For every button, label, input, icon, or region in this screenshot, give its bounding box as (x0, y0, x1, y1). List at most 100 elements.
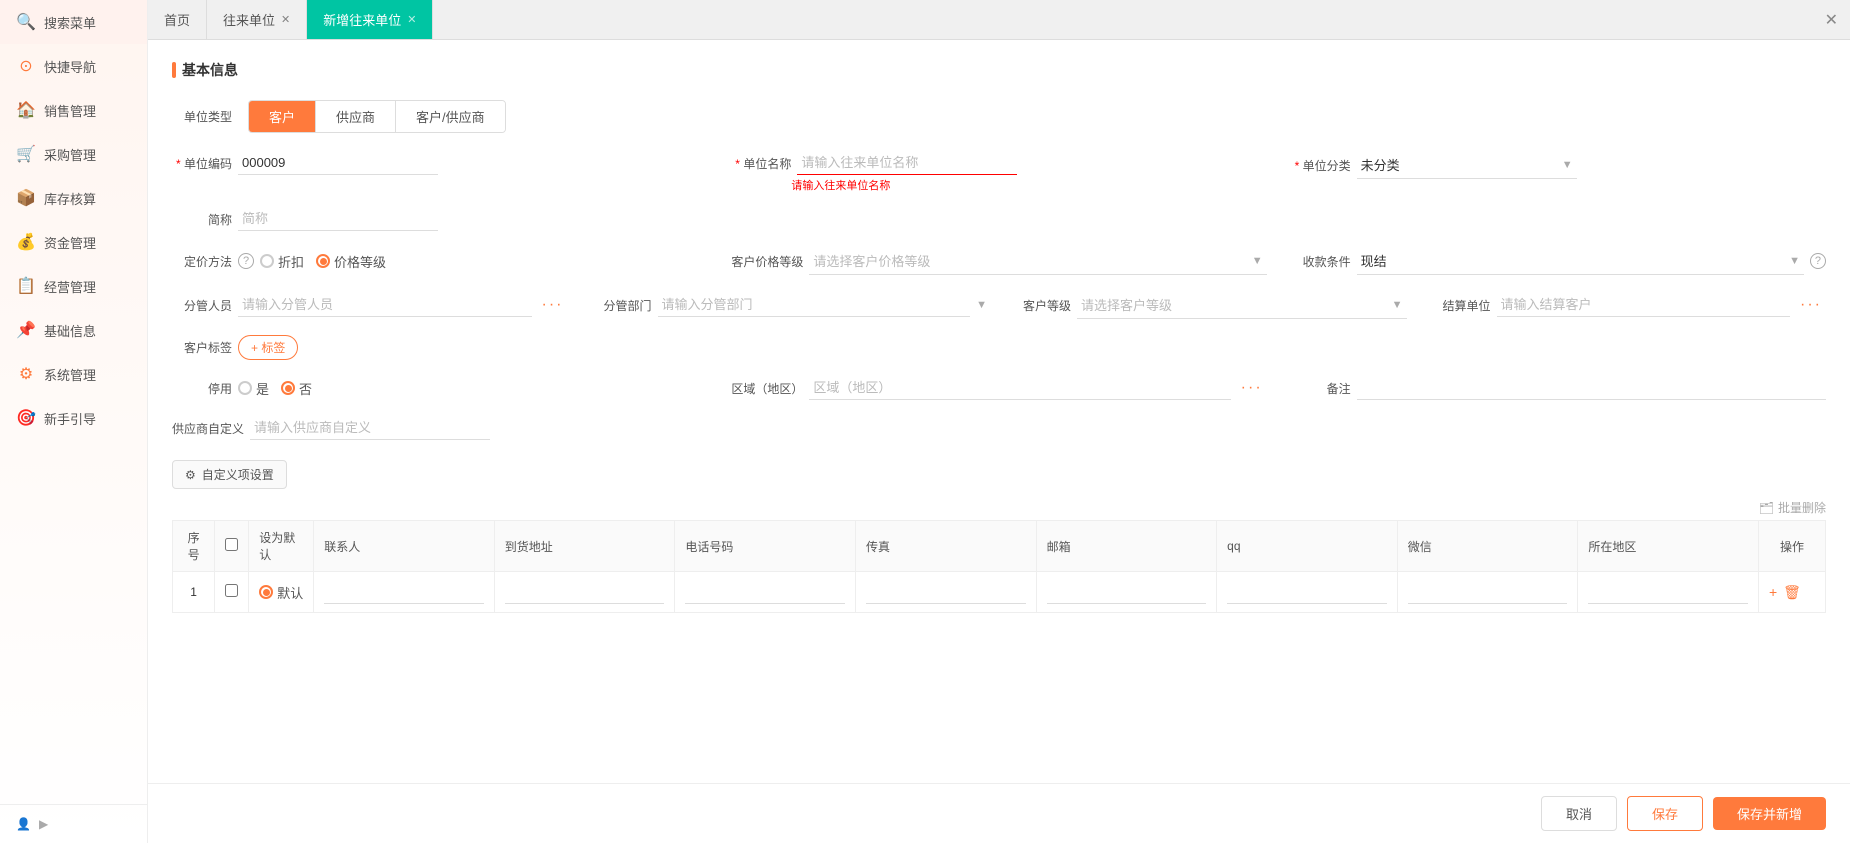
unit-type-supplier[interactable]: 供应商 (316, 101, 396, 132)
th-default: 设为默认 (249, 521, 314, 572)
row-abbr: 简称 (172, 207, 1826, 231)
batch-delete-label[interactable]: 批量删除 (1778, 499, 1826, 516)
sidebar-item-system[interactable]: ⚙ 系统管理 (0, 352, 147, 396)
row-qq-input[interactable] (1227, 580, 1387, 604)
sidebar-expand-icon: ▶ (39, 817, 48, 831)
row-add-btn[interactable]: + (1769, 584, 1777, 600)
tab-partner[interactable]: 往来单位 ✕ (207, 0, 307, 39)
payment-terms-help-icon[interactable]: ? (1810, 253, 1826, 269)
table-select-all[interactable] (225, 538, 238, 551)
row-default-circle (259, 585, 273, 599)
payment-terms-select[interactable]: 现结 ▼ (1357, 247, 1804, 275)
settlement-unit-field: 结算单位 ··· (1431, 293, 1827, 317)
row-wechat-input[interactable] (1408, 580, 1568, 604)
dept-chevron: ▼ (976, 299, 987, 311)
abbr-field: 简称 (172, 207, 1826, 231)
payment-terms-label: 收款条件 (1291, 253, 1351, 270)
table-row: 1 默认 (173, 572, 1826, 613)
footer-bar: 取消 保存 保存并新增 (148, 783, 1850, 843)
row-checkbox[interactable] (225, 584, 238, 597)
disabled-yes[interactable]: 是 (238, 379, 269, 398)
row-region-input[interactable] (1588, 580, 1748, 604)
row-pricing: 定价方法 ? 折扣 价格等级 客户价格等级 请选择客户价格等级 (172, 247, 1826, 275)
sidebar-item-finance[interactable]: 💰 资金管理 (0, 220, 147, 264)
settlement-unit-ellipsis[interactable]: ··· (1796, 296, 1826, 314)
unit-category-select[interactable]: 未分类 ▼ (1357, 151, 1577, 179)
tab-partner-close[interactable]: ✕ (281, 13, 290, 26)
row-delete-btn[interactable]: 🗑 (1783, 584, 1801, 601)
disabled-label: 停用 (172, 380, 232, 397)
customer-tag-label: 客户标签 (172, 339, 232, 356)
sidebar-bottom: 👤 ▶ (0, 804, 147, 843)
remark-input[interactable] (1357, 376, 1826, 400)
th-seq: 序号 (173, 521, 215, 572)
unit-type-both[interactable]: 客户/供应商 (396, 101, 505, 132)
cell-contact (314, 572, 495, 613)
cell-fax (855, 572, 1036, 613)
customer-level-select[interactable]: 请选择客户等级 ▼ (1077, 291, 1407, 319)
sidebar-item-quick-nav[interactable]: ⊙ 快捷导航 (0, 44, 147, 88)
pricing-method-help-icon[interactable]: ? (238, 253, 254, 269)
manager-label: 分管人员 (172, 297, 232, 314)
section-icon-bar (172, 62, 176, 78)
abbr-input[interactable] (238, 207, 438, 231)
cell-address (494, 572, 675, 613)
sidebar-item-sales[interactable]: 🏠 销售管理 (0, 88, 147, 132)
th-region: 所在地区 (1578, 521, 1759, 572)
manager-input[interactable] (238, 293, 532, 317)
cell-wechat (1397, 572, 1578, 613)
sidebar-item-search[interactable]: 🔍 搜索菜单 (0, 0, 147, 44)
radio-disabled-yes-circle (238, 381, 252, 395)
sidebar-item-purchase[interactable]: 🛒 采购管理 (0, 132, 147, 176)
cell-action: + 🗑 (1758, 572, 1825, 613)
section-title: 基本信息 (172, 60, 1826, 80)
tab-home[interactable]: 首页 (148, 0, 207, 39)
sidebar-item-guide[interactable]: 🎯 新手引导 (0, 396, 147, 440)
tabs-close-all[interactable]: ✕ (1813, 10, 1850, 30)
unit-category-field: 单位分类 未分类 ▼ (1291, 151, 1826, 179)
unit-name-container: 单位名称 请输入往来单位名称 (731, 151, 1266, 193)
unit-category-chevron: ▼ (1562, 159, 1573, 171)
tab-new-partner-close[interactable]: ✕ (407, 13, 416, 26)
dept-field: 分管部门 ▼ (592, 293, 988, 317)
unit-name-row: 单位名称 (731, 151, 1266, 175)
form-content: 基本信息 单位类型 客户 供应商 客户/供应商 单位编码 单位名称 (148, 40, 1850, 783)
sidebar-item-basic-info[interactable]: 📌 基础信息 (0, 308, 147, 352)
custom-settings-button[interactable]: ⚙ 自定义项设置 (172, 460, 287, 489)
save-new-button[interactable]: 保存并新增 (1713, 797, 1826, 830)
remark-label: 备注 (1291, 380, 1351, 397)
row-address-input[interactable] (505, 580, 665, 604)
unit-code-input[interactable] (238, 151, 438, 175)
table-header-row: 序号 设为默认 联系人 到货地址 电话号码 传真 邮箱 qq 微信 所在地区 操… (173, 521, 1826, 572)
sidebar-item-inventory[interactable]: 📦 库存核算 (0, 176, 147, 220)
search-icon: 🔍 (16, 12, 36, 32)
radio-disabled-no-circle (281, 381, 295, 395)
row-contact-input[interactable] (324, 580, 484, 604)
row-default-radio[interactable]: 默认 (259, 583, 303, 602)
disabled-no[interactable]: 否 (281, 379, 312, 398)
settlement-unit-input[interactable] (1497, 293, 1791, 317)
unit-type-customer[interactable]: 客户 (249, 101, 316, 132)
pricing-method-discount[interactable]: 折扣 (260, 252, 304, 271)
cancel-button[interactable]: 取消 (1541, 796, 1617, 831)
area-ellipsis[interactable]: ··· (1237, 379, 1267, 397)
customer-tag-field: 客户标签 + 标签 (172, 335, 298, 360)
cell-seq: 1 (173, 572, 215, 613)
system-icon: ⚙ (16, 364, 36, 384)
th-fax: 传真 (855, 521, 1036, 572)
dept-input[interactable] (658, 293, 971, 317)
save-button[interactable]: 保存 (1627, 796, 1703, 831)
row-phone-input[interactable] (685, 580, 845, 604)
row-email-input[interactable] (1047, 580, 1207, 604)
unit-name-input[interactable] (797, 151, 1017, 175)
customer-tag-add-btn[interactable]: + 标签 (238, 335, 298, 360)
sidebar-item-operations[interactable]: 📋 经营管理 (0, 264, 147, 308)
manager-ellipsis[interactable]: ··· (538, 296, 568, 314)
area-input[interactable] (809, 376, 1230, 400)
pricing-method-price-level[interactable]: 价格等级 (316, 252, 386, 271)
quick-nav-icon: ⊙ (16, 56, 36, 76)
customer-price-level-select[interactable]: 请选择客户价格等级 ▼ (809, 247, 1266, 275)
tab-new-partner[interactable]: 新增往来单位 ✕ (307, 0, 433, 39)
supplier-custom-input[interactable] (250, 416, 490, 440)
row-fax-input[interactable] (866, 580, 1026, 604)
